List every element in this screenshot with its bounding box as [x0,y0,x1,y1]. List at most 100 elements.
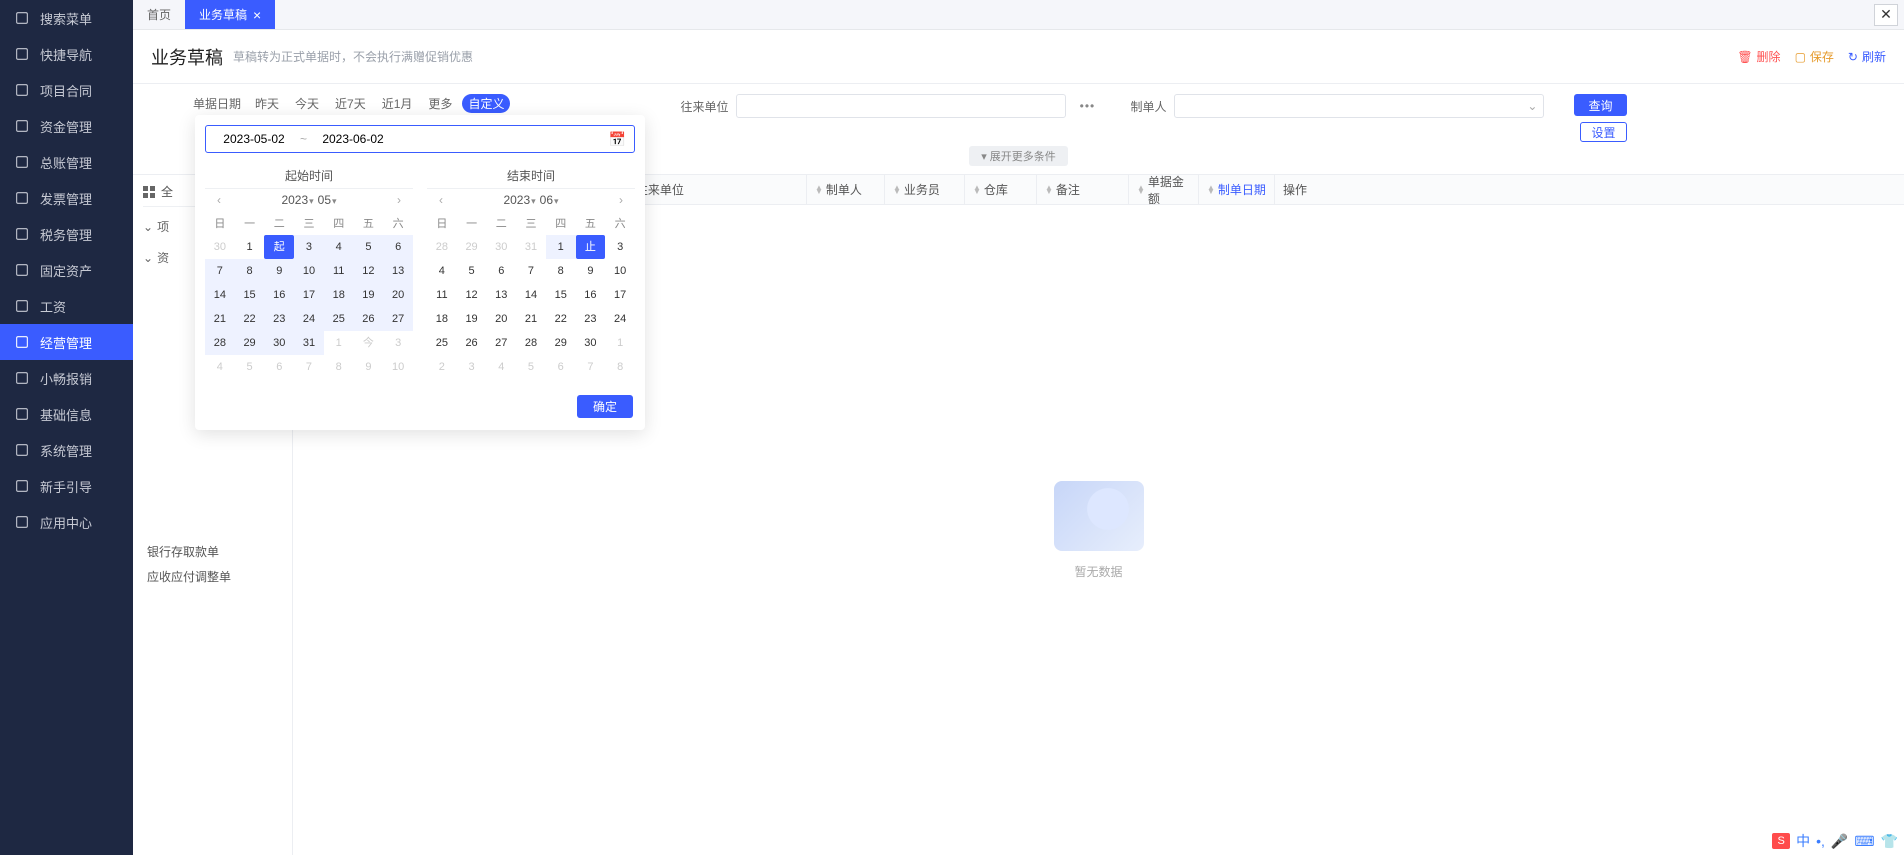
expand-filters-button[interactable]: ▾ 展开更多条件 [969,146,1068,166]
day-cell[interactable]: 26 [457,331,487,355]
day-cell[interactable]: 13 [383,259,413,283]
day-cell[interactable]: 2 [427,355,457,379]
day-cell[interactable]: 4 [427,259,457,283]
day-cell[interactable]: 27 [486,331,516,355]
col-6[interactable]: ▲▼备注 [1037,175,1129,204]
sidebar-item-7[interactable]: 固定资产 [0,252,133,288]
day-cell[interactable]: 31 [294,331,324,355]
sidebar-item-12[interactable]: 系统管理 [0,432,133,468]
quick-chip-3[interactable]: 近1月 [376,94,419,113]
quick-chip-4[interactable]: 更多 [422,94,458,113]
day-cell[interactable]: 16 [576,283,606,307]
day-cell[interactable]: 9 [576,259,606,283]
day-cell[interactable]: 6 [264,355,294,379]
day-cell[interactable]: 3 [383,331,413,355]
start-date-input[interactable] [214,132,294,146]
day-cell[interactable]: 30 [264,331,294,355]
date-range-inputs[interactable]: ~ 📅 [205,125,635,153]
confirm-date-button[interactable]: 确定 [577,395,633,418]
query-button[interactable]: 查询 [1574,94,1626,116]
day-cell[interactable]: 5 [516,355,546,379]
day-cell[interactable]: 5 [457,259,487,283]
ime-lang[interactable]: 中 [1796,831,1810,851]
day-cell[interactable]: 1 [324,331,354,355]
day-cell[interactable]: 29 [457,235,487,259]
col-5[interactable]: ▲▼仓库 [965,175,1037,204]
day-cell[interactable]: 4 [205,355,235,379]
tab-close-button[interactable]: ✕ [1874,4,1898,26]
col-7[interactable]: ▲▼单据金额 [1129,175,1199,204]
day-cell[interactable]: 13 [486,283,516,307]
day-cell[interactable]: 15 [235,283,265,307]
right-year[interactable]: 2023 [503,193,535,207]
save-action[interactable]: ▢保存 [1795,48,1834,65]
lp-item-1[interactable]: 应收应付调整单 [143,564,282,589]
day-cell[interactable]: 1 [605,331,635,355]
day-cell[interactable]: 18 [427,307,457,331]
ime-skin-icon[interactable]: 👕 [1881,833,1898,850]
close-icon[interactable]: × [253,7,261,23]
sidebar-item-9[interactable]: 经营管理 [0,324,133,360]
day-cell[interactable]: 1 [235,235,265,259]
ime-badge[interactable]: S [1772,833,1790,849]
col-2[interactable]: ▲▼往来单位 [617,175,807,204]
day-cell[interactable]: 7 [205,259,235,283]
right-month[interactable]: 06 [540,193,559,207]
tab-0[interactable]: 首页 [133,0,185,29]
day-cell[interactable]: 26 [354,307,384,331]
sidebar-item-0[interactable]: 搜索菜单 [0,0,133,36]
next-month-button-2[interactable]: › [613,193,629,207]
day-cell[interactable]: 14 [516,283,546,307]
prev-month-button[interactable]: ‹ [211,193,227,207]
sidebar-item-5[interactable]: 发票管理 [0,180,133,216]
day-cell[interactable]: 4 [486,355,516,379]
day-cell[interactable]: 23 [264,307,294,331]
lp-item-0[interactable]: 银行存取款单 [143,539,282,564]
sidebar-item-11[interactable]: 基础信息 [0,396,133,432]
day-cell[interactable]: 8 [546,259,576,283]
day-cell[interactable]: 18 [324,283,354,307]
next-month-button[interactable]: › [391,193,407,207]
day-cell[interactable]: 11 [427,283,457,307]
day-cell[interactable]: 17 [294,283,324,307]
day-cell[interactable]: 6 [546,355,576,379]
day-cell[interactable]: 22 [546,307,576,331]
sidebar-item-6[interactable]: 税务管理 [0,216,133,252]
day-cell[interactable]: 6 [486,259,516,283]
day-cell[interactable]: 31 [516,235,546,259]
day-cell[interactable]: 21 [205,307,235,331]
sidebar-item-8[interactable]: 工资 [0,288,133,324]
day-cell[interactable]: 30 [576,331,606,355]
day-cell[interactable]: 7 [294,355,324,379]
day-cell[interactable]: 3 [294,235,324,259]
col-3[interactable]: ▲▼制单人 [807,175,885,204]
day-cell[interactable]: 9 [264,259,294,283]
day-cell[interactable]: 25 [427,331,457,355]
sidebar-item-1[interactable]: 快捷导航 [0,36,133,72]
day-cell[interactable]: 3 [457,355,487,379]
day-cell[interactable]: 24 [605,307,635,331]
day-cell[interactable]: 10 [605,259,635,283]
quick-chip-0[interactable]: 昨天 [249,94,285,113]
sidebar-item-4[interactable]: 总账管理 [0,144,133,180]
prev-month-button-2[interactable]: ‹ [433,193,449,207]
left-month[interactable]: 05 [318,193,337,207]
day-cell[interactable]: 22 [235,307,265,331]
delete-action[interactable]: 🗑删除 [1737,48,1780,65]
col-8[interactable]: ▲▼制单日期 [1199,175,1275,204]
day-cell[interactable]: 8 [605,355,635,379]
day-cell[interactable]: 25 [324,307,354,331]
partner-select[interactable] [736,94,1066,118]
day-cell[interactable]: 8 [324,355,354,379]
ime-mic-icon[interactable]: 🎤 [1831,833,1848,850]
day-cell[interactable]: 11 [324,259,354,283]
calendar-icon[interactable]: 📅 [609,131,626,148]
day-cell[interactable]: 5 [354,235,384,259]
day-cell[interactable]: 30 [205,235,235,259]
sidebar-item-2[interactable]: 项目合同 [0,72,133,108]
day-cell[interactable]: 止 [576,235,606,259]
left-year[interactable]: 2023 [281,193,313,207]
day-cell[interactable]: 30 [486,235,516,259]
day-cell[interactable]: 7 [516,259,546,283]
day-cell[interactable]: 4 [324,235,354,259]
